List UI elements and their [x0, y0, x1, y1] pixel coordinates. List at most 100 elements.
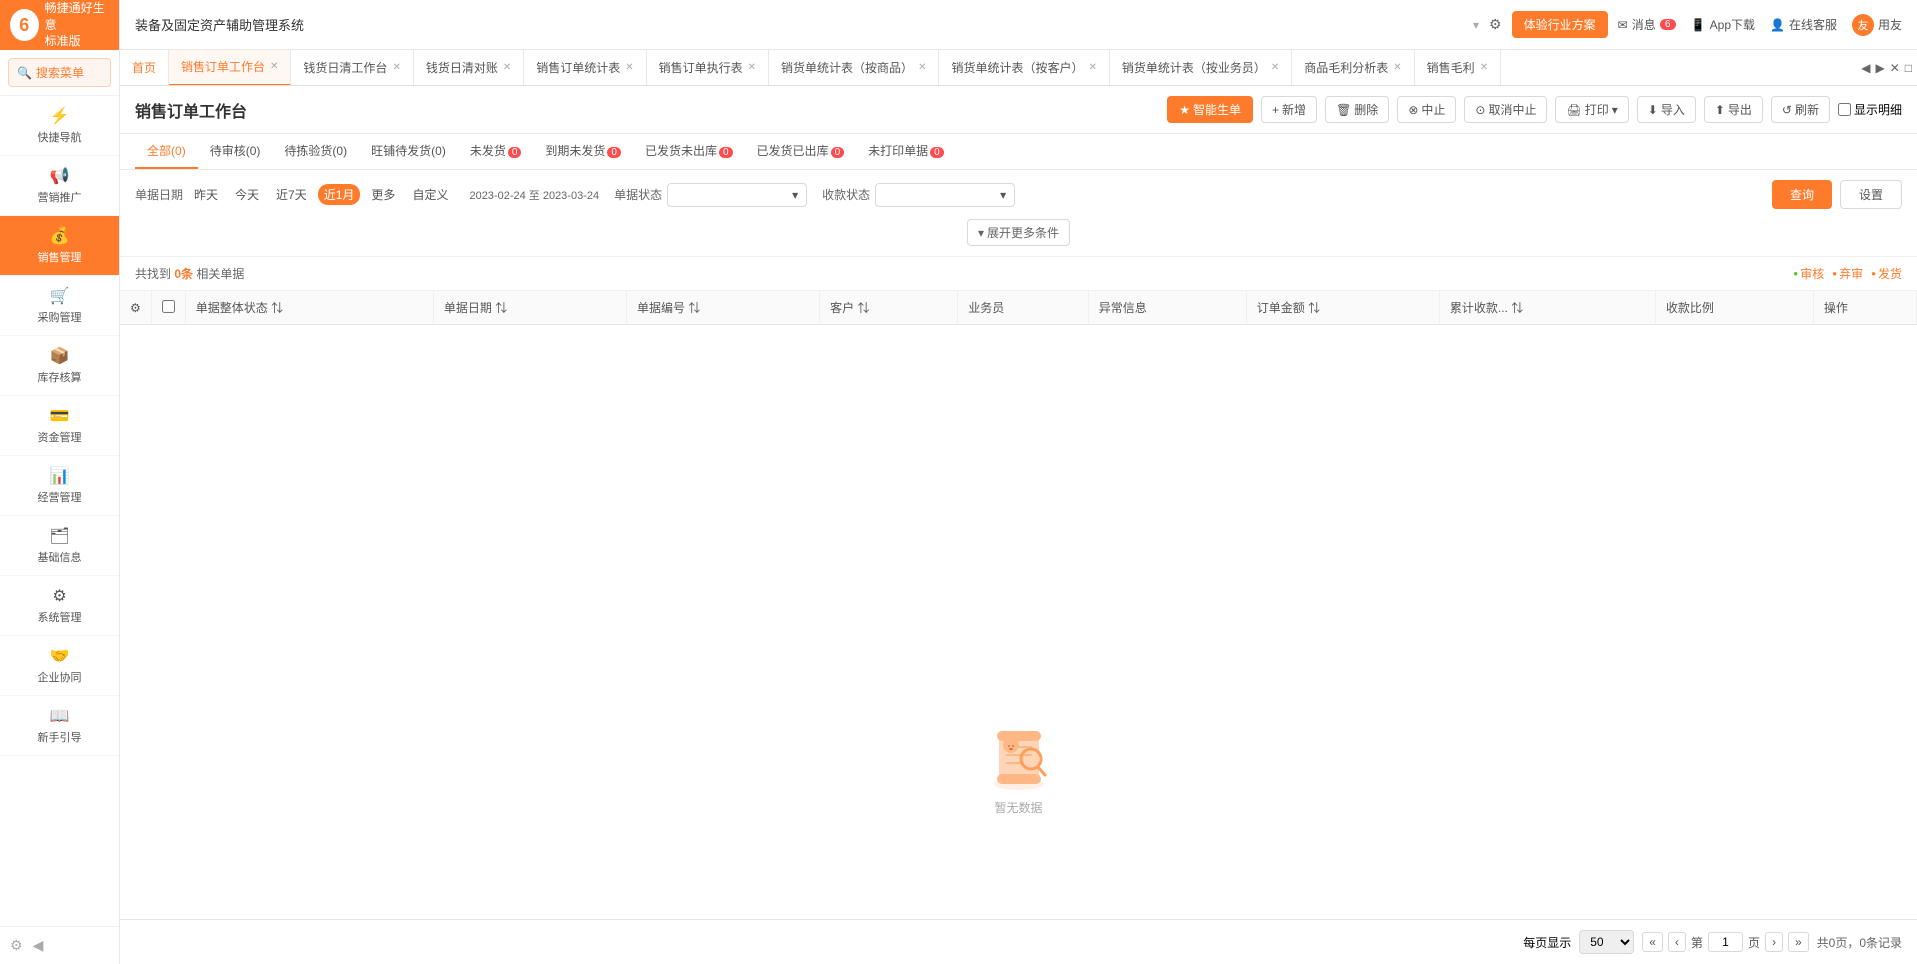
sub-tab-pending-inspect[interactable]: 待拣验货(0) [272, 134, 359, 169]
tab-cargo-stat-staff[interactable]: 销货单统计表（按业务员） ✕ [1110, 50, 1292, 86]
content-area: 销售订单工作台 ★ 智能生单 + 新增 🗑 删除 ⊗ 中止 [120, 86, 1917, 964]
sub-tab-shipped-not-warehoused[interactable]: 已发货未出库0 [633, 134, 745, 169]
col-status[interactable]: 单据整体状态 ⇅ [185, 291, 433, 325]
sidebar-collapse-icon[interactable]: ◀ [33, 937, 44, 954]
sidebar-item-system[interactable]: ⚙ 系统管理 [0, 576, 119, 636]
delete-btn[interactable]: 🗑 删除 [1325, 96, 1389, 123]
payment-select[interactable]: ▾ [875, 183, 1015, 207]
select-all-checkbox[interactable] [162, 300, 175, 313]
tab-sales-exec[interactable]: 销售订单执行表 ✕ [647, 50, 769, 86]
sidebar-item-purchase[interactable]: 🛒 采购管理 [0, 276, 119, 336]
sub-tab-wangpu-ship[interactable]: 旺铺待发货(0) [359, 134, 458, 169]
smart-create-btn[interactable]: ★ 智能生单 [1167, 96, 1253, 123]
page-size-select[interactable]: 20 50 100 [1579, 930, 1634, 954]
date-btn-more[interactable]: 更多 [365, 184, 401, 205]
tab-cargo-stat-product[interactable]: 销货单统计表（按商品） ✕ [769, 50, 939, 86]
sidebar-item-capital[interactable]: 💳 资金管理 [0, 396, 119, 456]
search-menu-button[interactable]: 🔍 搜索菜单 [8, 58, 111, 87]
col-collected[interactable]: 累计收款... ⇅ [1439, 291, 1655, 325]
print-dropdown-icon: ▾ [1612, 103, 1618, 117]
next-page-btn[interactable]: › [1765, 932, 1783, 952]
tabs-prev-btn[interactable]: ◀ [1861, 61, 1870, 75]
unverify-btn[interactable]: 弃审 [1832, 265, 1863, 282]
ship-btn[interactable]: 发货 [1871, 265, 1902, 282]
tabs-expand-btn[interactable]: □ [1905, 61, 1912, 75]
page-number-input[interactable] [1708, 932, 1743, 952]
sub-tab-not-shipped[interactable]: 未发货0 [458, 134, 534, 169]
col-customer[interactable]: 客户 ⇅ [820, 291, 958, 325]
sidebar-item-sales[interactable]: 💰 销售管理 [0, 216, 119, 276]
sidebar-settings-icon[interactable]: ⚙ [10, 937, 23, 954]
sub-tab-not-printed[interactable]: 未打印单据0 [856, 134, 956, 169]
refresh-btn[interactable]: ↺ 刷新 [1771, 96, 1830, 123]
tabs-next-btn[interactable]: ▶ [1875, 61, 1884, 75]
sidebar-item-inventory[interactable]: 📦 库存核算 [0, 336, 119, 396]
date-btn-yesterday[interactable]: 昨天 [188, 184, 224, 205]
tab-close-cargo-stat-product[interactable]: ✕ [918, 62, 926, 73]
sub-tab-pending-review[interactable]: 待审核(0) [198, 134, 273, 169]
export-btn[interactable]: ⬆ 导出 [1704, 96, 1763, 123]
sub-tab-shipped-warehoused[interactable]: 已发货已出库0 [745, 134, 857, 169]
col-staff[interactable]: 业务员 [958, 291, 1089, 325]
tab-goods-margin[interactable]: 商品毛利分析表 ✕ [1292, 50, 1414, 86]
sidebar-item-enterprise[interactable]: 🤝 企业协同 [0, 636, 119, 696]
status-select[interactable]: ▾ [667, 183, 807, 207]
col-amount[interactable]: 订单金额 ⇅ [1246, 291, 1439, 325]
sort-icon: ⇅ [495, 301, 507, 315]
tab-close-sales-profit[interactable]: ✕ [1480, 62, 1488, 73]
tab-close-cargo-stat-customer[interactable]: ✕ [1088, 62, 1096, 73]
print-btn[interactable]: 🖨 打印 ▾ [1555, 96, 1628, 123]
sidebar-item-guide[interactable]: 📖 新手引导 [0, 696, 119, 756]
filter-row-1: 单据日期 昨天 今天 近7天 近1月 更多 自定义 2023-02-24 至 2… [135, 180, 1902, 209]
col-settings[interactable]: ⚙ [120, 291, 151, 325]
show-detail-check[interactable] [1838, 103, 1851, 116]
industry-btn[interactable]: 体验行业方案 [1512, 11, 1608, 38]
tab-close-sales-workbench[interactable]: ✕ [270, 61, 278, 72]
empty-text: 暂无数据 [994, 799, 1042, 816]
tab-home[interactable]: 首页 [120, 50, 169, 86]
user-menu[interactable]: 友 用友 [1852, 14, 1902, 36]
first-page-btn[interactable]: « [1642, 932, 1663, 952]
col-number[interactable]: 单据编号 ⇅ [626, 291, 819, 325]
sidebar-item-quick-nav[interactable]: ⚡ 快捷导航 [0, 96, 119, 156]
tabs-close-all-btn[interactable]: ✕ [1890, 61, 1900, 75]
tab-close-cargo-stat-staff[interactable]: ✕ [1271, 62, 1279, 73]
review-btn[interactable]: 审核 [1793, 265, 1824, 282]
sidebar-item-operations[interactable]: 📊 经营管理 [0, 456, 119, 516]
col-date[interactable]: 单据日期 ⇅ [433, 291, 626, 325]
header-settings-icon[interactable]: ⚙ [1489, 16, 1502, 33]
sub-tab-all[interactable]: 全部(0) [135, 134, 198, 169]
tab-close-cash-daily[interactable]: ✕ [392, 62, 400, 73]
sub-tab-overdue-unship[interactable]: 到期未发货0 [533, 134, 633, 169]
sidebar-item-marketing[interactable]: 📢 营销推广 [0, 156, 119, 216]
date-btn-today[interactable]: 今天 [229, 184, 265, 205]
query-btn[interactable]: 查询 [1772, 180, 1832, 209]
online-service-btn[interactable]: 👤 在线客服 [1770, 16, 1837, 33]
tab-cash-daily[interactable]: 钱货日清工作台 ✕ [291, 50, 413, 86]
prev-page-btn[interactable]: ‹ [1668, 932, 1686, 952]
expand-filter-btn[interactable]: ▾ 展开更多条件 [967, 219, 1070, 246]
tab-close-cash-reconcile[interactable]: ✕ [503, 62, 511, 73]
tab-cargo-stat-customer[interactable]: 销货单统计表（按客户） ✕ [939, 50, 1109, 86]
settings-btn[interactable]: 设置 [1840, 180, 1902, 209]
tab-sales-workbench[interactable]: 销售订单工作台 ✕ [169, 50, 291, 86]
sidebar-item-basic-info[interactable]: 🗂 基础信息 [0, 516, 119, 576]
tab-close-sales-stat[interactable]: ✕ [625, 62, 633, 73]
last-page-btn[interactable]: » [1788, 932, 1809, 952]
app-download-btn[interactable]: 📱 App下载 [1691, 16, 1755, 33]
header-dropdown-arrow[interactable]: ▾ [1473, 18, 1479, 32]
date-btn-1month[interactable]: 近1月 [318, 184, 361, 205]
cancel-stop-btn[interactable]: ⊙ 取消中止 [1464, 96, 1547, 123]
message-btn[interactable]: ✉ 消息 6 [1618, 16, 1676, 33]
add-btn[interactable]: + 新增 [1261, 96, 1317, 123]
tab-close-sales-exec[interactable]: ✕ [748, 62, 756, 73]
show-detail-checkbox[interactable]: 显示明细 [1838, 101, 1902, 118]
tab-sales-profit[interactable]: 销售毛利 ✕ [1415, 50, 1501, 86]
import-btn[interactable]: ⬇ 导入 [1637, 96, 1696, 123]
stop-btn[interactable]: ⊗ 中止 [1397, 96, 1456, 123]
date-btn-custom[interactable]: 自定义 [406, 184, 454, 205]
date-btn-7days[interactable]: 近7天 [270, 184, 313, 205]
tab-sales-stat[interactable]: 销售订单统计表 ✕ [524, 50, 646, 86]
tab-cash-reconcile[interactable]: 钱货日清对账 ✕ [414, 50, 524, 86]
tab-close-goods-margin[interactable]: ✕ [1393, 62, 1401, 73]
